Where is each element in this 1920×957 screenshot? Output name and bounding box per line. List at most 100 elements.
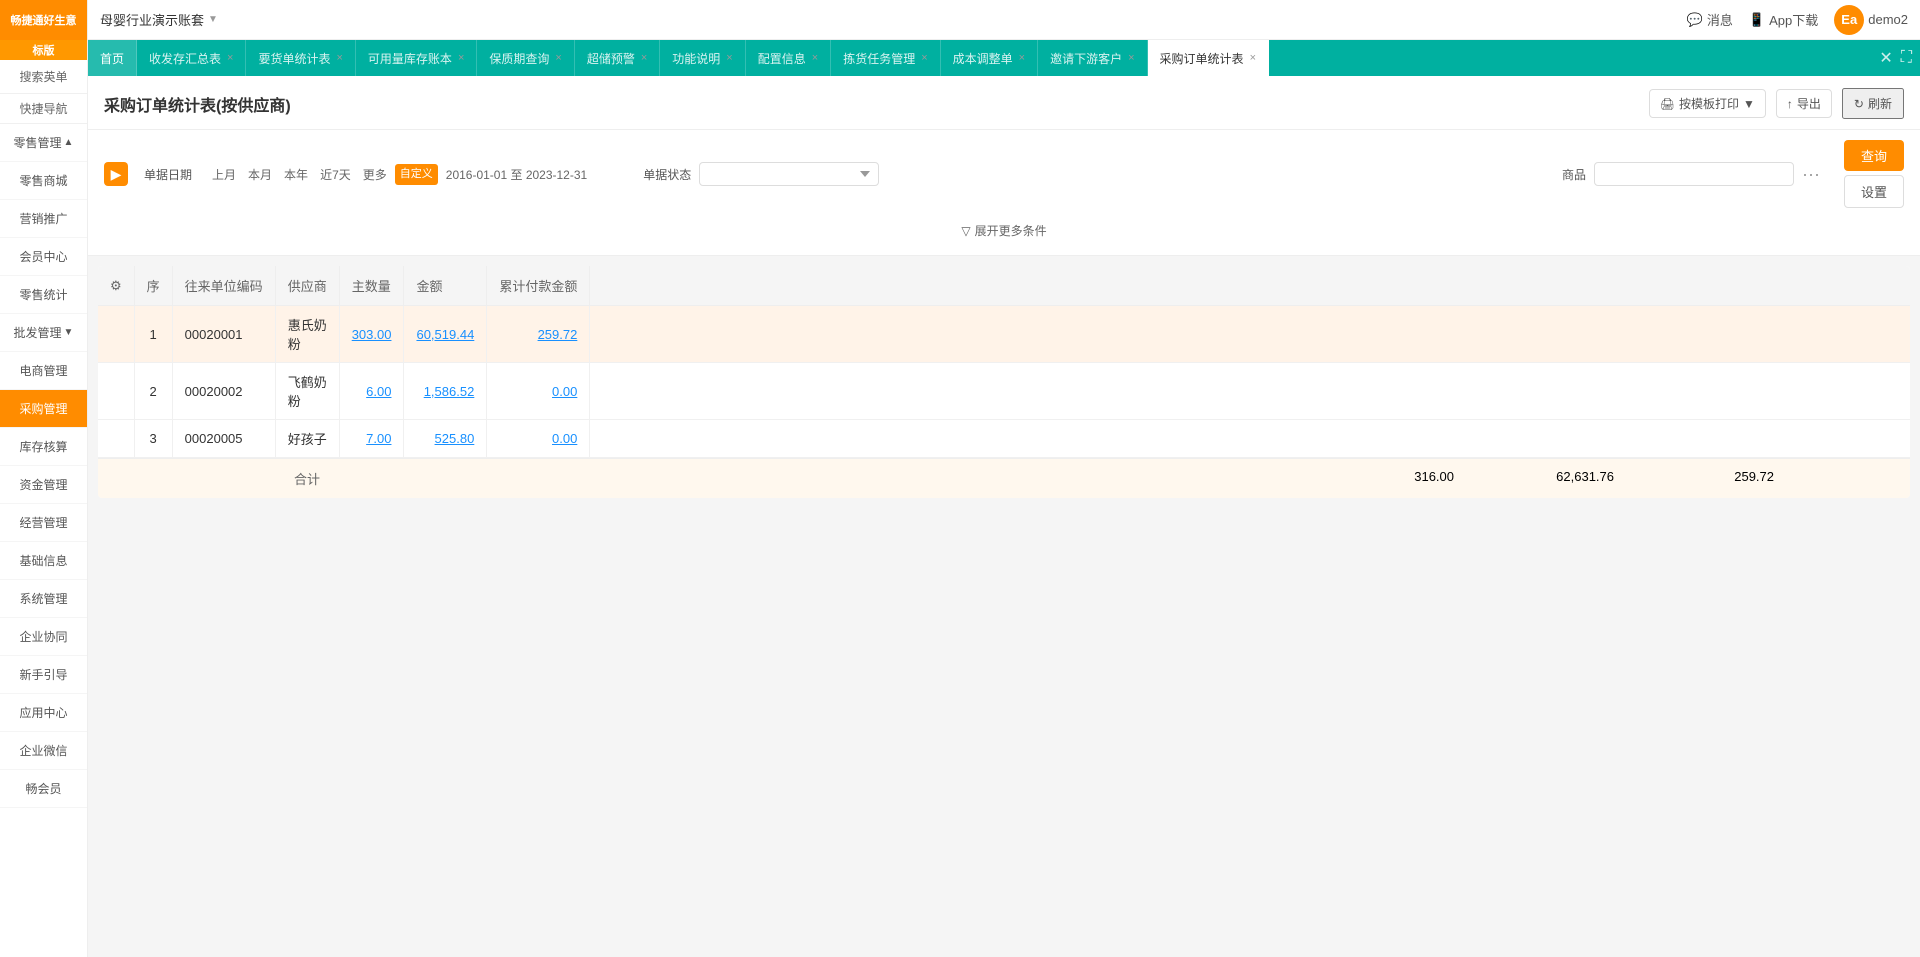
tab-overstock-close[interactable]: ×: [641, 52, 647, 64]
sidebar-item-operations[interactable]: 经营管理: [0, 504, 87, 542]
tab-bar-actions: ✕ ⛶: [1871, 40, 1920, 76]
tab-invite-downstream-close[interactable]: ×: [1128, 52, 1134, 64]
tab-picking[interactable]: 拣货任务管理 ×: [831, 40, 940, 76]
tab-restore-icon[interactable]: ✕: [1879, 48, 1892, 68]
tab-inventory-ledger-label: 可用量库存账本: [368, 50, 452, 67]
settings-button[interactable]: 设置: [1844, 175, 1904, 208]
tab-cost-adjust-close[interactable]: ×: [1019, 52, 1025, 64]
search-label: 搜索英单: [6, 68, 81, 85]
sidebar-item-newguide[interactable]: 新手引导: [0, 656, 87, 694]
column-settings-icon[interactable]: ⚙: [110, 278, 122, 293]
filter-area: ▶ 单据日期 上月 本月 本年 近7天 更多 自定义 2016-01-01 至 …: [88, 130, 1920, 256]
sidebar-item-members[interactable]: 会员中心: [0, 238, 87, 276]
cell-settings: [98, 420, 134, 458]
tab-purchase-stats-close[interactable]: ×: [336, 52, 342, 64]
tab-expand-icon[interactable]: ⛶: [1901, 49, 1912, 67]
paid-link[interactable]: 0.00: [552, 431, 577, 446]
th-settings[interactable]: ⚙: [98, 266, 134, 306]
paid-link[interactable]: 0.00: [552, 384, 577, 399]
th-supplier: 供应商: [275, 266, 339, 306]
qty-link[interactable]: 303.00: [352, 327, 392, 342]
user-profile[interactable]: Ea demo2: [1834, 5, 1908, 35]
message-button[interactable]: 💬 消息: [1687, 10, 1733, 29]
expand-label: 展开更多条件: [975, 222, 1047, 239]
sidebar-item-retail-stats[interactable]: 零售统计: [0, 276, 87, 314]
cell-empty: [590, 420, 1910, 458]
date-shortcut-this-year[interactable]: 本年: [280, 164, 312, 185]
tab-function-desc-close[interactable]: ×: [726, 52, 732, 64]
sidebar-item-system[interactable]: 系统管理: [0, 580, 87, 618]
tab-function-desc-label: 功能说明: [672, 50, 720, 67]
cell-empty: [590, 306, 1910, 363]
qty-link[interactable]: 6.00: [366, 384, 391, 399]
sidebar-item-ecommerce[interactable]: 电商管理: [0, 352, 87, 390]
date-shortcut-last-month[interactable]: 上月: [208, 164, 240, 185]
refresh-button[interactable]: ↻ 刷新: [1842, 88, 1904, 119]
print-template-button[interactable]: 🖨 按模板打印 ▼: [1649, 89, 1766, 118]
sidebar-item-purchase[interactable]: 采购管理: [0, 390, 87, 428]
date-custom-badge[interactable]: 自定义: [395, 164, 438, 185]
sidebar-item-retail[interactable]: 零售管理 ▲: [0, 124, 87, 162]
enterprise-label: 企业协同: [19, 630, 67, 644]
sidebar-item-enterprise[interactable]: 企业协同: [0, 618, 87, 656]
cell-supplier: 惠氏奶粉: [275, 306, 339, 363]
tab-cost-adjust[interactable]: 成本调整单 ×: [941, 40, 1038, 76]
tab-warranty-close[interactable]: ×: [555, 52, 561, 64]
sidebar-item-wechat[interactable]: 企业微信: [0, 732, 87, 770]
sidebar-item-wholesale[interactable]: 批发管理 ▼: [0, 314, 87, 352]
tab-home[interactable]: 首页: [88, 40, 137, 76]
filter-toggle-button[interactable]: ▶: [104, 162, 128, 186]
tab-config-close[interactable]: ×: [812, 52, 818, 64]
query-button[interactable]: 查询: [1844, 140, 1904, 171]
workspace-selector[interactable]: 母婴行业演示账套 ▼: [100, 10, 218, 29]
tab-overstock[interactable]: 超储预警 ×: [575, 40, 660, 76]
message-label: 消息: [1707, 10, 1733, 29]
app-download-button[interactable]: 📱 App下载: [1749, 10, 1818, 29]
cell-qty: 6.00: [339, 363, 404, 420]
sidebar-item-marketing[interactable]: 营销推广: [0, 200, 87, 238]
footer-amount: 62,631.76: [1514, 469, 1614, 488]
logo-text: 畅捷通好生意: [11, 12, 77, 28]
tab-receivable-close[interactable]: ×: [227, 52, 233, 64]
tab-receivable[interactable]: 收发存汇总表 ×: [137, 40, 246, 76]
tab-inventory-ledger[interactable]: 可用量库存账本 ×: [356, 40, 477, 76]
goods-filter-more[interactable]: ···: [1802, 164, 1820, 185]
sidebar-item-basic[interactable]: 基础信息: [0, 542, 87, 580]
date-shortcut-more[interactable]: 更多: [359, 164, 391, 185]
sidebar-item-search[interactable]: 搜索英单: [0, 60, 87, 94]
date-shortcuts: 上月 本月 本年 近7天 更多 自定义: [208, 164, 438, 185]
status-filter-select[interactable]: [699, 162, 879, 186]
cell-paid: 0.00: [487, 420, 590, 458]
qty-link[interactable]: 7.00: [366, 431, 391, 446]
date-shortcut-this-month[interactable]: 本月: [244, 164, 276, 185]
filter-row-main: ▶ 单据日期 上月 本月 本年 近7天 更多 自定义 2016-01-01 至 …: [104, 140, 1904, 208]
tab-config[interactable]: 配置信息 ×: [746, 40, 831, 76]
sidebar-item-quicknav[interactable]: 快捷导航: [0, 94, 87, 124]
tab-purchase-summary[interactable]: 采购订单统计表 ×: [1148, 40, 1269, 76]
tab-function-desc[interactable]: 功能说明 ×: [660, 40, 745, 76]
sidebar-item-finance[interactable]: 资金管理: [0, 466, 87, 504]
cell-paid: 0.00: [487, 363, 590, 420]
page-title-row: 采购订单统计表(按供应商) 🖨 按模板打印 ▼ ↑ 导出 ↻ 刷新: [104, 88, 1904, 129]
sidebar-item-inventory[interactable]: 库存核算: [0, 428, 87, 466]
table-footer-row: 合计 316.00 62,631.76 259.72: [98, 458, 1910, 498]
tab-inventory-ledger-close[interactable]: ×: [458, 52, 464, 64]
tab-purchase-stats[interactable]: 要货单统计表 ×: [246, 40, 355, 76]
tab-invite-downstream[interactable]: 邀请下游客户 ×: [1038, 40, 1147, 76]
tab-warranty[interactable]: 保质期查询 ×: [477, 40, 574, 76]
date-shortcut-7days[interactable]: 近7天: [316, 164, 355, 185]
sidebar-item-vip[interactable]: 畅会员: [0, 770, 87, 808]
sidebar-item-retail-shop[interactable]: 零售商城: [0, 162, 87, 200]
paid-link[interactable]: 259.72: [538, 327, 578, 342]
amount-link[interactable]: 60,519.44: [416, 327, 474, 342]
goods-filter-input[interactable]: [1594, 162, 1794, 186]
tab-picking-close[interactable]: ×: [921, 52, 927, 64]
amount-link[interactable]: 525.80: [435, 431, 475, 446]
print-label: 按模板打印: [1679, 95, 1739, 112]
sidebar-item-appcenter[interactable]: 应用中心: [0, 694, 87, 732]
expand-more-button[interactable]: ▽ 展开更多条件: [961, 222, 1046, 239]
tab-purchase-summary-close[interactable]: ×: [1250, 52, 1256, 64]
amount-link[interactable]: 1,586.52: [424, 384, 475, 399]
wechat-label: 企业微信: [19, 744, 67, 758]
export-button[interactable]: ↑ 导出: [1776, 89, 1832, 118]
